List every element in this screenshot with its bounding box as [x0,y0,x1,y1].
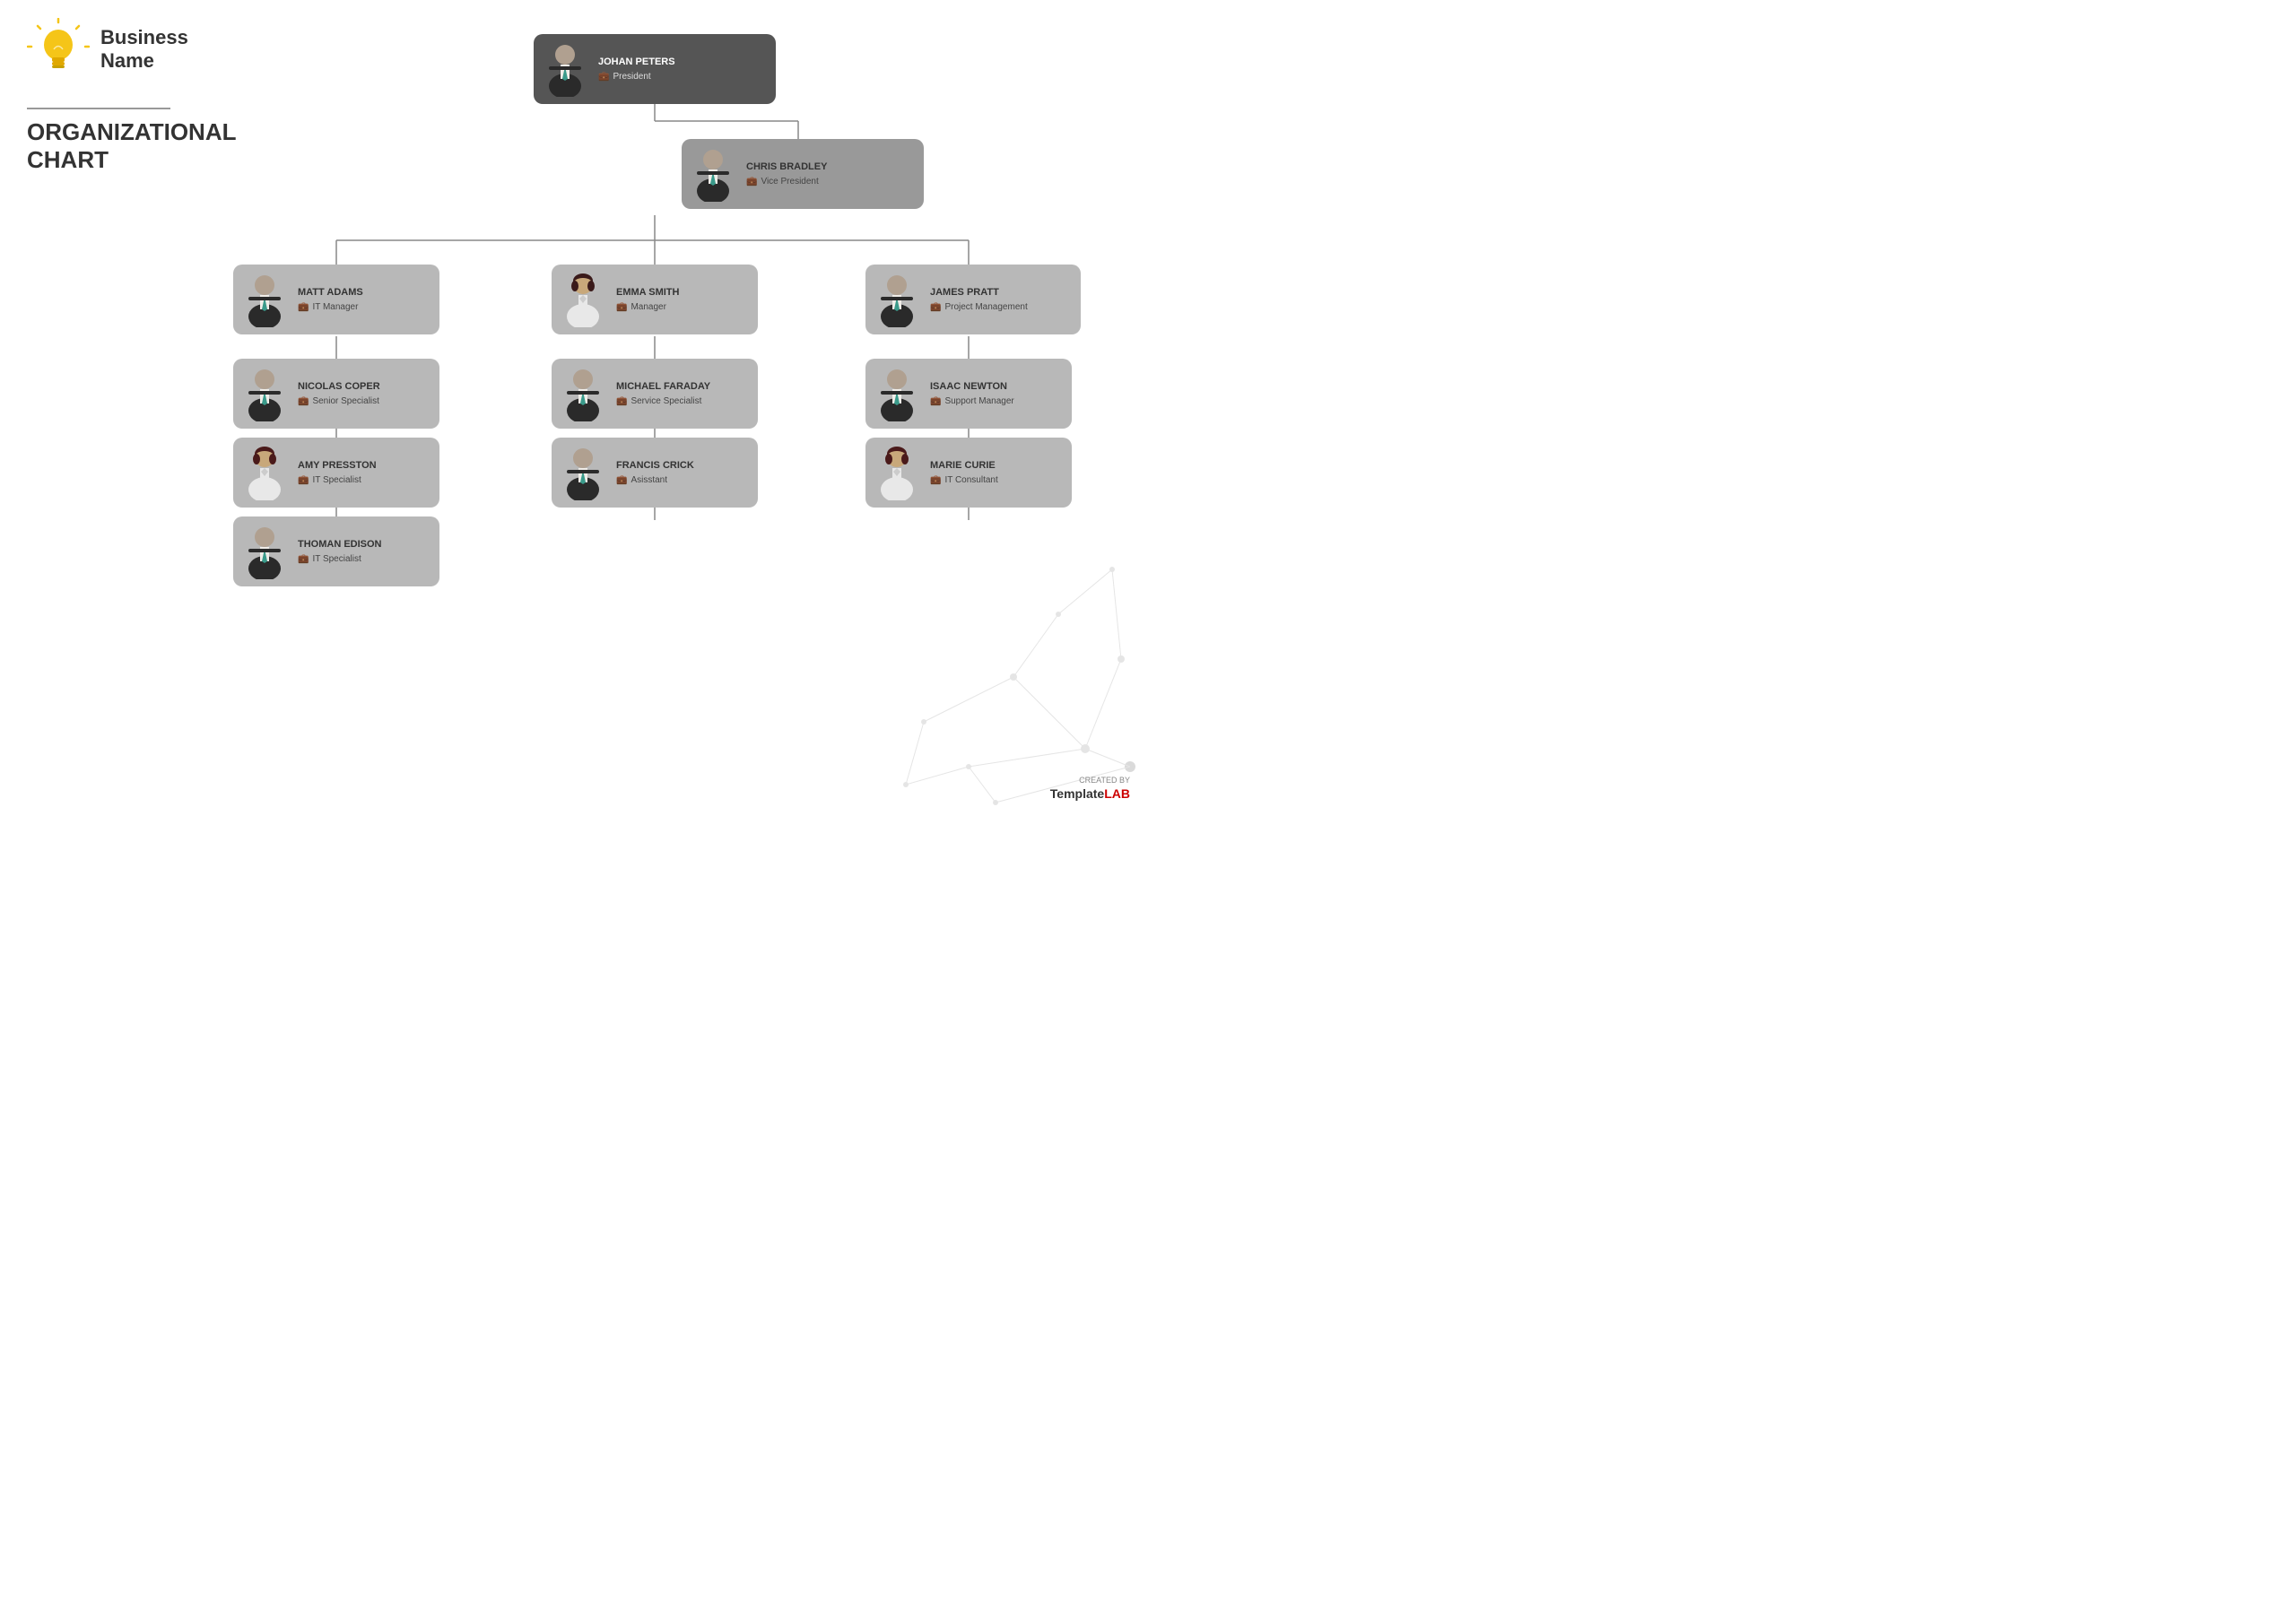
node-emma: EMMA SMITH 💼 Manager [552,265,758,334]
node-marie: MARIE CURIE 💼 IT Consultant [865,438,1072,508]
node-info-james: JAMES PRATT 💼 Project Management [930,287,1068,311]
node-name-chris: CHRIS BRADLEY [746,161,911,173]
briefcase-icon-james: 💼 [930,302,941,312]
node-info-francis: FRANCIS CRICK 💼 Asisstant [616,460,745,484]
node-nicolas: NICOLAS COPER 💼 Senior Specialist [233,359,439,429]
node-role-james: 💼 Project Management [930,302,1068,312]
node-role-nicolas: 💼 Senior Specialist [298,396,427,406]
node-role-chris: 💼 Vice President [746,177,911,187]
header: BusinessName [27,18,188,81]
node-name-james: JAMES PRATT [930,287,1068,299]
briefcase-icon-thoman: 💼 [298,554,309,564]
node-info-amy: AMY PRESSTON 💼 IT Specialist [298,460,427,484]
node-thoman: THOMAN EDISON 💼 IT Specialist [233,516,439,586]
node-francis: FRANCIS CRICK 💼 Asisstant [552,438,758,508]
business-name: BusinessName [100,26,188,74]
avatar-marie [873,445,921,500]
title-divider [27,108,170,109]
node-role-isaac: 💼 Support Manager [930,396,1059,406]
node-role-michael: 💼 Service Specialist [616,396,745,406]
node-role-johan: 💼 President [598,72,763,82]
avatar-nicolas [240,366,289,421]
node-info-marie: MARIE CURIE 💼 IT Consultant [930,460,1059,484]
briefcase-icon-matt: 💼 [298,302,309,312]
node-isaac: ISAAC NEWTON 💼 Support Manager [865,359,1072,429]
node-role-amy: 💼 IT Specialist [298,475,427,485]
avatar-thoman [240,524,289,579]
briefcase-icon-nicolas: 💼 [298,396,309,406]
node-name-emma: EMMA SMITH [616,287,745,299]
node-name-amy: AMY PRESSTON [298,460,427,472]
briefcase-icon-isaac: 💼 [930,396,941,406]
node-name-thoman: THOMAN EDISON [298,539,427,551]
node-johan: JOHAN PETERS 💼 President [534,34,776,104]
node-name-marie: MARIE CURIE [930,460,1059,472]
node-role-matt: 💼 IT Manager [298,302,427,312]
node-info-matt: MATT ADAMS 💼 IT Manager [298,287,427,311]
node-info-chris: CHRIS BRADLEY 💼 Vice President [746,161,911,186]
node-amy: AMY PRESSTON 💼 IT Specialist [233,438,439,508]
node-name-michael: MICHAEL FARADAY [616,381,745,393]
node-info-emma: EMMA SMITH 💼 Manager [616,287,745,311]
node-info-thoman: THOMAN EDISON 💼 IT Specialist [298,539,427,563]
node-chris: CHRIS BRADLEY 💼 Vice President [682,139,924,209]
node-role-marie: 💼 IT Consultant [930,475,1059,485]
node-role-emma: 💼 Manager [616,302,745,312]
briefcase-icon-marie: 💼 [930,475,941,485]
briefcase-icon-amy: 💼 [298,475,309,485]
avatar-isaac [873,366,921,421]
node-name-nicolas: NICOLAS COPER [298,381,427,393]
node-info-isaac: ISAAC NEWTON 💼 Support Manager [930,381,1059,405]
node-michael: MICHAEL FARADAY 💼 Service Specialist [552,359,758,429]
node-info-nicolas: NICOLAS COPER 💼 Senior Specialist [298,381,427,405]
briefcase-icon-emma: 💼 [616,302,627,312]
node-name-johan: JOHAN PETERS [598,56,763,68]
avatar-michael [559,366,607,421]
node-name-isaac: ISAAC NEWTON [930,381,1059,393]
avatar-matt [240,272,289,327]
node-info-johan: JOHAN PETERS 💼 President [598,56,763,81]
avatar-johan [541,41,589,97]
node-role-francis: 💼 Asisstant [616,475,745,485]
node-info-michael: MICHAEL FARADAY 💼 Service Specialist [616,381,745,405]
avatar-emma [559,272,607,327]
node-name-matt: MATT ADAMS [298,287,427,299]
briefcase-icon-michael: 💼 [616,396,627,406]
node-matt: MATT ADAMS 💼 IT Manager [233,265,439,334]
template-label: Template [1050,786,1104,801]
avatar-francis [559,445,607,500]
lab-label: LAB [1104,786,1130,801]
avatar-james [873,272,921,327]
briefcase-icon-francis: 💼 [616,475,627,485]
briefcase-icon-johan: 💼 [598,72,609,82]
node-name-francis: FRANCIS CRICK [616,460,745,472]
node-james: JAMES PRATT 💼 Project Management [865,265,1081,334]
avatar-chris [689,146,737,202]
logo-bulb-icon [27,18,90,81]
avatar-amy [240,445,289,500]
node-role-thoman: 💼 IT Specialist [298,554,427,564]
org-chart: JOHAN PETERS 💼 President CHRIS BRADLEY 💼… [179,18,1130,785]
briefcase-icon-chris: 💼 [746,177,757,187]
